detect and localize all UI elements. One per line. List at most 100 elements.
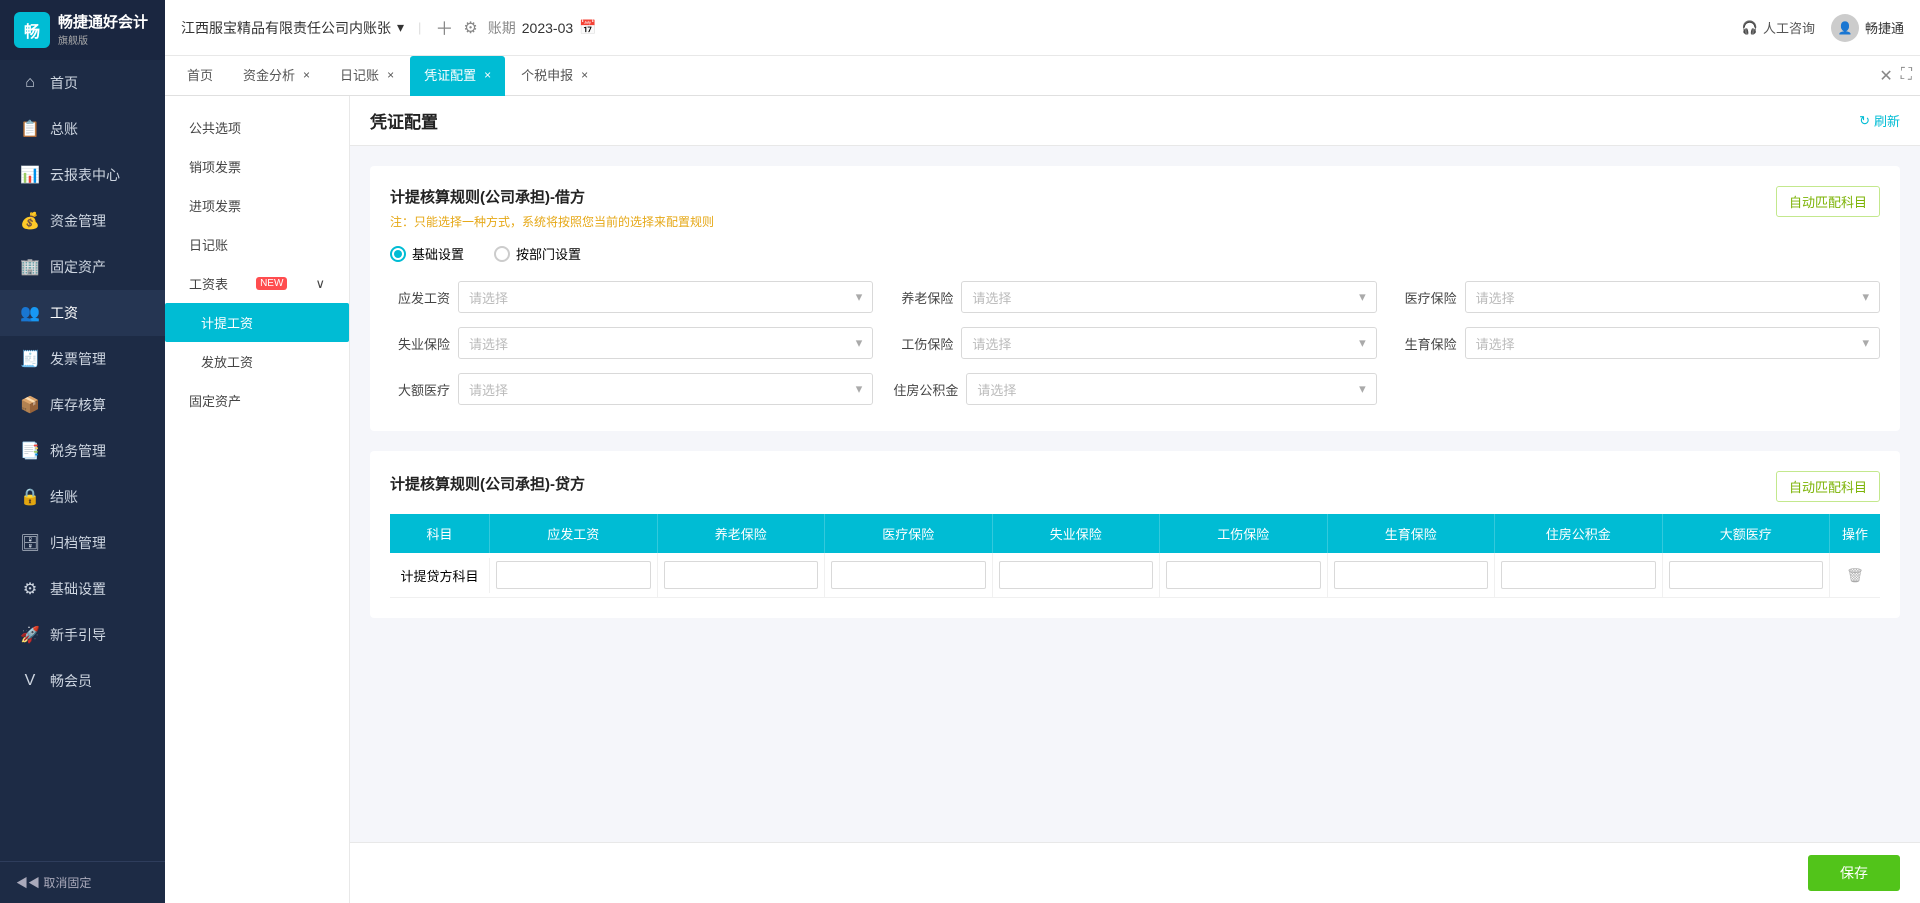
inventory-icon: 📦 <box>20 395 40 415</box>
tab-voucher[interactable]: 凭证配置× <box>410 56 505 96</box>
th-应发工资: 应发工资 <box>490 514 658 553</box>
radio-dept[interactable]: 按部门设置 <box>494 244 581 263</box>
radio-basic-circle <box>390 246 406 262</box>
save-button[interactable]: 保存 <box>1808 855 1900 891</box>
tabbar: 首页资金分析×日记账×凭证配置×个税申报× ✕ ⛶ <box>165 56 1920 96</box>
td-input-0-0[interactable] <box>496 561 651 589</box>
sidebar-item-closing[interactable]: 🔒结账 <box>0 474 165 520</box>
sidebar-item-inventory[interactable]: 📦库存核算 <box>0 382 165 428</box>
delete-row-icon[interactable]: 🗑 <box>1846 567 1864 583</box>
sub-sidebar-purchase[interactable]: 进项发票 <box>165 186 349 225</box>
tab-diary[interactable]: 日记账× <box>326 56 408 96</box>
debit-auto-match-btn[interactable]: 自动匹配科目 <box>1776 186 1880 217</box>
sidebar-item-archive[interactable]: 🗄归档管理 <box>0 520 165 566</box>
sub-sidebar-fixed-assets[interactable]: 固定资产 <box>165 381 349 420</box>
th-住房公积金: 住房公积金 <box>1495 514 1663 553</box>
headset-icon: 🎧 <box>1742 20 1758 36</box>
td-input-0-3[interactable] <box>999 561 1154 589</box>
vip-icon: V <box>20 672 40 690</box>
page-title: 凭证配置 <box>370 108 438 133</box>
field-select-住房公积金[interactable]: 请选择 ▾ <box>966 373 1376 405</box>
period-value: 2023-03 <box>522 20 573 36</box>
settings-icon[interactable]: ⚙ <box>463 18 477 38</box>
sub-label-public: 公共选项 <box>189 118 241 137</box>
sidebar-label-assets: 固定资产 <box>50 257 106 277</box>
sub-sidebar-accrue[interactable]: 计提工资 <box>165 303 349 342</box>
sub-sidebar-public[interactable]: 公共选项 <box>165 108 349 147</box>
add-company-btn[interactable]: ＋ <box>435 15 453 41</box>
dropdown-icon: ▾ <box>856 289 863 305</box>
td-0-2[interactable] <box>825 553 993 597</box>
home-icon: ⌂ <box>20 74 40 92</box>
td-input-0-5[interactable] <box>1334 561 1489 589</box>
td-action[interactable]: 🗑 <box>1830 559 1880 592</box>
period-label: 账期 <box>488 18 516 38</box>
field-label: 大额医疗 <box>390 380 450 399</box>
tab-label-tax: 个税申报 <box>521 65 573 84</box>
help-btn[interactable]: 🎧 人工咨询 <box>1742 18 1815 37</box>
sidebar-item-tax[interactable]: 📑税务管理 <box>0 428 165 474</box>
field-select-失业保险[interactable]: 请选择 ▾ <box>458 327 873 359</box>
sidebar-item-wages[interactable]: 👥工资 <box>0 290 165 336</box>
refresh-btn[interactable]: ↻ 刷新 <box>1859 111 1900 130</box>
th-大额医疗: 大额医疗 <box>1663 514 1831 553</box>
td-input-0-2[interactable] <box>831 561 986 589</box>
td-0-5[interactable] <box>1328 553 1496 597</box>
tab-funds[interactable]: 资金分析 × <box>229 56 324 96</box>
debit-field-医疗保险: 医疗保险 请选择 ▾ <box>1397 281 1880 313</box>
sidebar-item-reports[interactable]: 📊云报表中心 <box>0 152 165 198</box>
field-select-养老保险[interactable]: 请选择 ▾ <box>961 281 1376 313</box>
td-0-6[interactable] <box>1495 553 1663 597</box>
td-0-0[interactable] <box>490 553 658 597</box>
tab-label-funds: 资金分析 <box>243 65 295 84</box>
expand-icon[interactable]: ⛶ <box>1901 66 1912 86</box>
td-0-3[interactable] <box>993 553 1161 597</box>
field-select-工伤保险[interactable]: 请选择 ▾ <box>961 327 1376 359</box>
field-select-医疗保险[interactable]: 请选择 ▾ <box>1465 281 1880 313</box>
sub-sidebar-pay[interactable]: 发放工资 <box>165 342 349 381</box>
sidebar-item-home[interactable]: ⌂首页 <box>0 60 165 106</box>
dropdown-icon: ▾ <box>856 381 863 397</box>
tab-tax[interactable]: 个税申报 × <box>507 56 602 96</box>
sidebar-item-funds[interactable]: 💰资金管理 <box>0 198 165 244</box>
sidebar-item-ledger[interactable]: 📋总账 <box>0 106 165 152</box>
close-tab-diary[interactable]: × <box>387 68 394 82</box>
td-0-4[interactable] <box>1160 553 1328 597</box>
debit-field-养老保险: 养老保险 请选择 ▾ <box>893 281 1376 313</box>
period-selector[interactable]: 账期 2023-03 📅 <box>488 18 597 38</box>
sub-sidebar-diary[interactable]: 日记账 <box>165 225 349 264</box>
td-0-7[interactable] <box>1663 553 1831 597</box>
sidebar-item-vip[interactable]: V畅会员 <box>0 658 165 704</box>
credit-auto-match-btn[interactable]: 自动匹配科目 <box>1776 471 1880 502</box>
close-tab-funds[interactable]: × <box>303 68 310 82</box>
topbar-right: 🎧 人工咨询 👤 畅捷通 <box>1742 14 1904 42</box>
td-input-0-1[interactable] <box>664 561 819 589</box>
td-input-0-6[interactable] <box>1501 561 1656 589</box>
company-selector[interactable]: 江西服宝精品有限责任公司内账张 ▾ <box>181 18 404 38</box>
field-select-大额医疗[interactable]: 请选择 ▾ <box>458 373 873 405</box>
td-0-1[interactable] <box>658 553 826 597</box>
user-menu[interactable]: 👤 畅捷通 <box>1831 14 1904 42</box>
sidebar-item-invoice[interactable]: 🧾发票管理 <box>0 336 165 382</box>
close-tab-voucher[interactable]: × <box>484 68 491 82</box>
th-养老保险: 养老保险 <box>658 514 826 553</box>
sidebar-item-settings[interactable]: ⚙基础设置 <box>0 566 165 612</box>
field-select-生育保险[interactable]: 请选择 ▾ <box>1465 327 1880 359</box>
close-tab-icon[interactable]: ✕ <box>1879 66 1892 86</box>
guide-icon: 🚀 <box>20 625 40 645</box>
sub-sidebar-sales[interactable]: 销项发票 <box>165 147 349 186</box>
tab-home[interactable]: 首页 <box>173 56 227 96</box>
sidebar-collapse-btn[interactable]: ◀◀ 取消固定 <box>0 861 165 903</box>
close-tab-tax[interactable]: × <box>581 68 588 82</box>
debit-field-生育保险: 生育保险 请选择 ▾ <box>1397 327 1880 359</box>
td-input-0-7[interactable] <box>1669 561 1824 589</box>
sidebar-item-assets[interactable]: 🏢固定资产 <box>0 244 165 290</box>
debit-field-应发工资: 应发工资 请选择 ▾ <box>390 281 873 313</box>
sidebar-label-archive: 归档管理 <box>50 533 106 553</box>
field-select-应发工资[interactable]: 请选择 ▾ <box>458 281 873 313</box>
td-input-0-4[interactable] <box>1166 561 1321 589</box>
sidebar-item-guide[interactable]: 🚀新手引导 <box>0 612 165 658</box>
radio-basic[interactable]: 基础设置 <box>390 244 464 263</box>
sub-sidebar-payroll-table[interactable]: 工资表NEW∨ <box>165 264 349 303</box>
topbar-divider: | <box>418 20 421 35</box>
